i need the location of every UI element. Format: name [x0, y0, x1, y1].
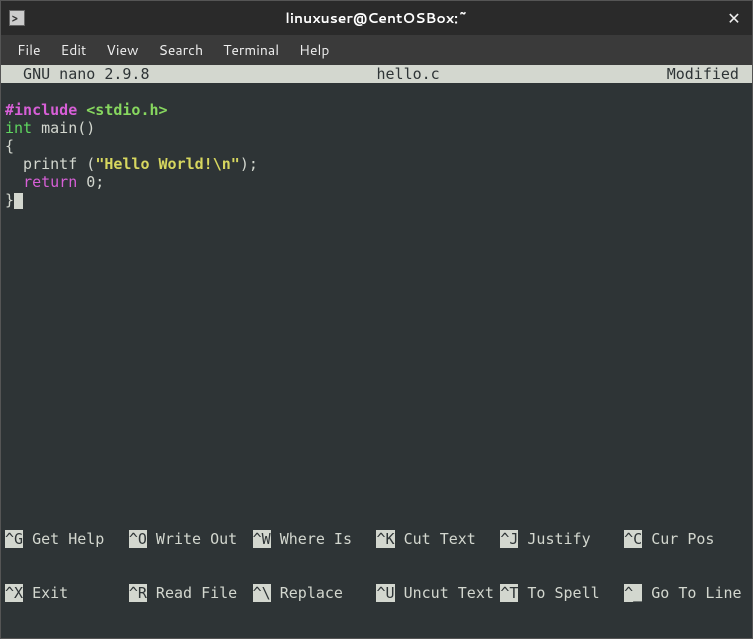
- shortcut-go-to-line: ^_ Go To Line: [624, 584, 748, 602]
- menu-help[interactable]: Help: [289, 36, 339, 64]
- terminal-icon: [9, 10, 25, 26]
- menu-view[interactable]: View: [96, 36, 148, 64]
- shortcut-write-out: ^O Write Out: [129, 530, 253, 548]
- nano-filename: hello.c: [150, 65, 667, 83]
- footer-row-1: ^G Get Help ^O Write Out ^W Where Is ^K …: [5, 530, 748, 548]
- shortcut-justify: ^J Justify: [500, 530, 624, 548]
- shortcut-exit: ^X Exit: [5, 584, 129, 602]
- code-preproc: #include: [5, 101, 77, 119]
- titlebar: linuxuser@CentOSBox:~ ✕: [1, 1, 752, 35]
- menu-terminal[interactable]: Terminal: [213, 36, 289, 64]
- menu-search[interactable]: Search: [149, 36, 214, 64]
- terminal-window: linuxuser@CentOSBox:~ ✕ File Edit View S…: [0, 0, 753, 639]
- nano-footer: ^G Get Help ^O Write Out ^W Where Is ^K …: [1, 494, 752, 638]
- editor-content[interactable]: #include <stdio.h> int main() { printf (…: [1, 101, 752, 209]
- close-button[interactable]: ✕: [724, 8, 744, 28]
- shortcut-read-file: ^R Read File: [129, 584, 253, 602]
- cursor: [14, 193, 23, 209]
- shortcut-cur-pos: ^C Cur Pos: [624, 530, 748, 548]
- shortcut-to-spell: ^T To Spell: [500, 584, 624, 602]
- shortcut-cut-text: ^K Cut Text: [376, 530, 500, 548]
- nano-version: GNU nano 2.9.8: [5, 65, 150, 83]
- shortcut-replace: ^\ Replace: [253, 584, 377, 602]
- menu-file[interactable]: File: [7, 36, 51, 64]
- shortcut-get-help: ^G Get Help: [5, 530, 129, 548]
- code-header: <stdio.h>: [86, 101, 167, 119]
- code-return: return: [23, 173, 77, 191]
- shortcut-uncut-text: ^U Uncut Text: [376, 584, 500, 602]
- footer-row-2: ^X Exit ^R Read File ^\ Replace ^U Uncut…: [5, 584, 748, 602]
- code-brace-close: }: [5, 191, 14, 209]
- nano-header: GNU nano 2.9.8 hello.c Modified: [1, 65, 752, 83]
- code-string: "Hello World!\n": [95, 155, 240, 173]
- code-printf: printf (: [5, 155, 95, 173]
- shortcut-where-is: ^W Where Is: [253, 530, 377, 548]
- terminal-area[interactable]: GNU nano 2.9.8 hello.c Modified #include…: [1, 65, 752, 638]
- menu-edit[interactable]: Edit: [51, 36, 97, 64]
- nano-status: Modified: [667, 65, 748, 83]
- code-main: main(): [32, 119, 95, 137]
- code-type: int: [5, 119, 32, 137]
- window-title: linuxuser@CentOSBox:~: [285, 8, 467, 28]
- menubar: File Edit View Search Terminal Help: [1, 35, 752, 65]
- code-brace-open: {: [5, 137, 14, 155]
